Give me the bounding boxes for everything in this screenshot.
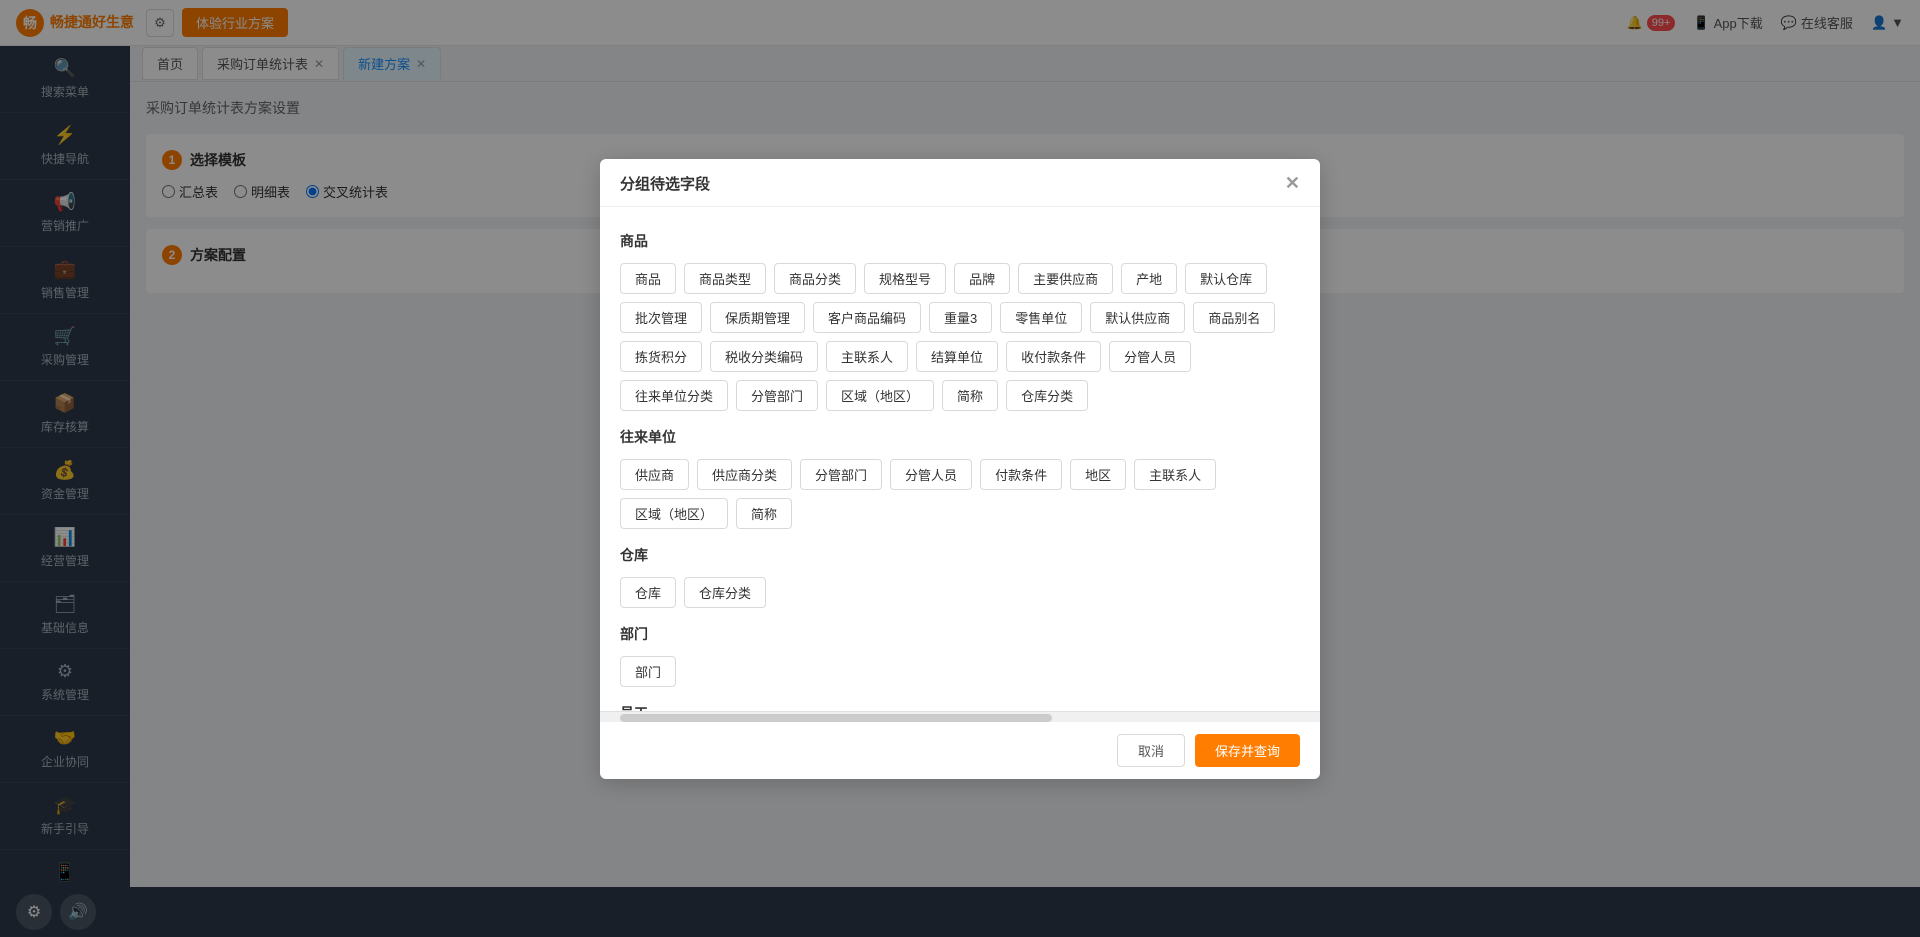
tag-product-22[interactable]: 分管部门 (736, 380, 818, 411)
tag-product-11[interactable]: 重量3 (929, 302, 992, 333)
section-header-warehouse: 仓库 (620, 545, 1300, 565)
tag-partner-6[interactable]: 主联系人 (1134, 459, 1216, 490)
tag-partner-2[interactable]: 分管部门 (800, 459, 882, 490)
tag-department-0[interactable]: 部门 (620, 656, 676, 687)
tag-product-15[interactable]: 拣货积分 (620, 341, 702, 372)
tag-product-25[interactable]: 仓库分类 (1006, 380, 1088, 411)
section-header-employee: 员工 (620, 703, 1300, 712)
tag-product-8[interactable]: 批次管理 (620, 302, 702, 333)
tag-product-18[interactable]: 结算单位 (916, 341, 998, 372)
tag-warehouse-1[interactable]: 仓库分类 (684, 577, 766, 608)
tag-partner-3[interactable]: 分管人员 (890, 459, 972, 490)
tag-partner-4[interactable]: 付款条件 (980, 459, 1062, 490)
tag-product-7[interactable]: 默认仓库 (1185, 263, 1267, 294)
modal-close-button[interactable]: ✕ (1285, 173, 1300, 194)
tag-product-13[interactable]: 默认供应商 (1090, 302, 1185, 333)
tag-product-1[interactable]: 商品类型 (684, 263, 766, 294)
tag-partner-5[interactable]: 地区 (1070, 459, 1126, 490)
tag-product-20[interactable]: 分管人员 (1109, 341, 1191, 372)
modal-header: 分组待选字段 ✕ (600, 159, 1320, 207)
tag-product-17[interactable]: 主联系人 (826, 341, 908, 372)
modal-cancel-button[interactable]: 取消 (1117, 734, 1185, 767)
tag-grid-department: 部门 (620, 656, 1300, 687)
tag-partner-0[interactable]: 供应商 (620, 459, 689, 490)
hscroll-thumb (620, 714, 1052, 722)
modal-body[interactable]: 商品商品商品类型商品分类规格型号品牌主要供应商产地默认仓库批次管理保质期管理客户… (600, 207, 1320, 712)
tag-product-4[interactable]: 品牌 (954, 263, 1010, 294)
section-header-partner: 往来单位 (620, 427, 1300, 447)
tag-product-12[interactable]: 零售单位 (1000, 302, 1082, 333)
tag-product-2[interactable]: 商品分类 (774, 263, 856, 294)
modal: 分组待选字段 ✕ 商品商品商品类型商品分类规格型号品牌主要供应商产地默认仓库批次… (600, 159, 1320, 779)
tag-product-0[interactable]: 商品 (620, 263, 676, 294)
modal-horizontal-scrollbar[interactable] (600, 711, 1320, 720)
tag-product-6[interactable]: 产地 (1121, 263, 1177, 294)
tag-product-19[interactable]: 收付款条件 (1006, 341, 1101, 372)
tag-partner-1[interactable]: 供应商分类 (697, 459, 792, 490)
tag-partner-8[interactable]: 简称 (736, 498, 792, 529)
modal-footer: 取消 保存并查询 (600, 721, 1320, 779)
tag-product-3[interactable]: 规格型号 (864, 263, 946, 294)
tag-product-9[interactable]: 保质期管理 (710, 302, 805, 333)
section-header-product: 商品 (620, 231, 1300, 251)
modal-confirm-button[interactable]: 保存并查询 (1195, 734, 1300, 767)
tag-grid-partner: 供应商供应商分类分管部门分管人员付款条件地区主联系人区域（地区） 简称 (620, 459, 1300, 529)
tag-product-14[interactable]: 商品别名 (1193, 302, 1275, 333)
tag-grid-product: 商品商品类型商品分类规格型号品牌主要供应商产地默认仓库批次管理保质期管理客户商品… (620, 263, 1300, 411)
tag-product-5[interactable]: 主要供应商 (1018, 263, 1113, 294)
modal-overlay: 分组待选字段 ✕ 商品商品商品类型商品分类规格型号品牌主要供应商产地默认仓库批次… (0, 0, 1920, 937)
tag-product-10[interactable]: 客户商品编码 (813, 302, 921, 333)
tag-partner-7[interactable]: 区域（地区） (620, 498, 728, 529)
tag-product-23[interactable]: 区域（地区） (826, 380, 934, 411)
tag-grid-warehouse: 仓库仓库分类 (620, 577, 1300, 608)
tag-product-16[interactable]: 税收分类编码 (710, 341, 818, 372)
section-header-department: 部门 (620, 624, 1300, 644)
modal-title: 分组待选字段 (620, 173, 710, 194)
tag-product-24[interactable]: 简称 (942, 380, 998, 411)
tag-product-21[interactable]: 往来单位分类 (620, 380, 728, 411)
tag-warehouse-0[interactable]: 仓库 (620, 577, 676, 608)
